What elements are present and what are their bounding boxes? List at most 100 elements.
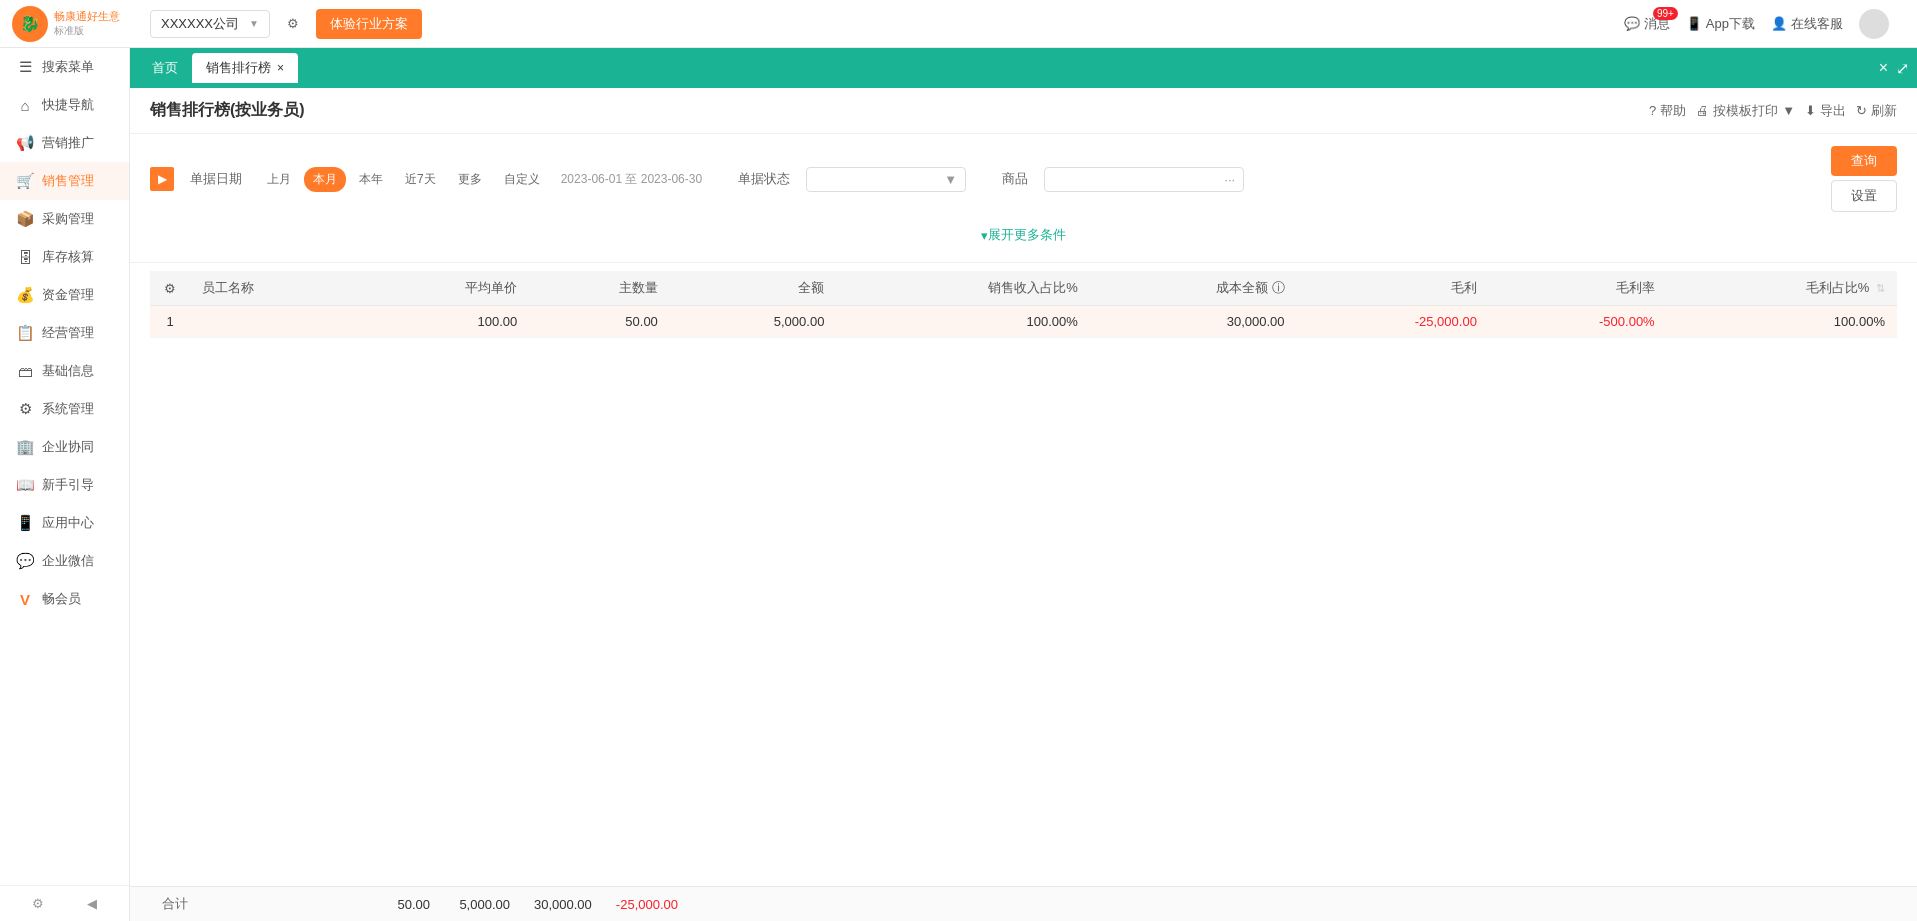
sidebar-item-member[interactable]: V 畅会员 bbox=[0, 580, 129, 618]
window-maximize-button[interactable]: ⤢ bbox=[1896, 59, 1909, 78]
sidebar-item-finance[interactable]: 💰 资金管理 bbox=[0, 276, 129, 314]
tab-right-actions: × ⤢ bbox=[1879, 59, 1909, 78]
date-pill-this-month[interactable]: 本月 bbox=[304, 167, 346, 192]
header-actions: ? 帮助 🖨 按模板打印 ▼ ⬇ 导出 ↻ bbox=[1649, 102, 1897, 120]
app-download-button[interactable]: 📱 App下载 bbox=[1686, 15, 1755, 33]
cell-amount: 5,000.00 bbox=[670, 306, 837, 338]
cost-info-icon[interactable]: ⓘ bbox=[1272, 280, 1285, 295]
top-right-area: 💬 消息 99+ 📱 App下载 👤 在线客服 bbox=[1624, 9, 1905, 39]
footer-gross: -25,000.00 bbox=[604, 897, 690, 912]
window-close-button[interactable]: × bbox=[1879, 59, 1888, 78]
logo-text: 畅康通好生意 bbox=[54, 9, 120, 23]
member-icon: V bbox=[16, 591, 34, 608]
footer-quantity: 50.00 bbox=[362, 897, 442, 912]
app-center-icon: 📱 bbox=[16, 514, 34, 532]
query-button[interactable]: 查询 bbox=[1831, 146, 1897, 176]
sidebar-item-app-center[interactable]: 📱 应用中心 bbox=[0, 504, 129, 542]
template-print-button[interactable]: 🖨 按模板打印 ▼ bbox=[1696, 102, 1795, 120]
col-quantity: 主数量 bbox=[529, 271, 670, 306]
date-pill-last-month[interactable]: 上月 bbox=[258, 167, 300, 192]
settings-icon[interactable]: ⚙ bbox=[278, 9, 308, 39]
tab-home[interactable]: 首页 bbox=[138, 53, 192, 83]
date-pill-more[interactable]: 更多 bbox=[449, 167, 491, 192]
message-badge: 99+ bbox=[1653, 7, 1678, 20]
expand-more-conditions[interactable]: ▾ 展开更多条件 bbox=[150, 220, 1897, 250]
table-row: 1 100.00 50.00 5,000.00 100.00% 30,000.0… bbox=[150, 306, 1897, 338]
sidebar-item-enterprise[interactable]: 🏢 企业协同 bbox=[0, 428, 129, 466]
sidebar-item-system[interactable]: ⚙ 系统管理 bbox=[0, 390, 129, 428]
cell-gross-rate: -500.00% bbox=[1489, 306, 1667, 338]
sidebar-item-search[interactable]: ☰ 搜索菜单 bbox=[0, 48, 129, 86]
sidebar-item-marketing[interactable]: 📢 营销推广 bbox=[0, 124, 129, 162]
chevron-down-icon: ▼ bbox=[249, 18, 259, 29]
col-avg-price: 平均单价 bbox=[360, 271, 530, 306]
finance-icon: 💰 bbox=[16, 286, 34, 304]
logo-area: 🐉 畅康通好生意 标准版 bbox=[12, 6, 142, 42]
sidebar-item-label: 应用中心 bbox=[42, 514, 94, 532]
cell-sales-pct: 100.00% bbox=[836, 306, 1089, 338]
date-range: 2023-06-01 至 2023-06-30 bbox=[561, 171, 702, 188]
tab-sales-ranking[interactable]: 销售排行榜 × bbox=[192, 53, 298, 83]
tab-home-label: 首页 bbox=[152, 59, 178, 77]
settings-button[interactable]: 设置 bbox=[1831, 180, 1897, 212]
sidebar-item-label: 采购管理 bbox=[42, 210, 94, 228]
col-gross-pct: 毛利占比% ⇅ bbox=[1667, 271, 1897, 306]
footer-amount: 5,000.00 bbox=[442, 897, 522, 912]
sidebar-item-label: 基础信息 bbox=[42, 362, 94, 380]
page-title: 销售排行榜(按业务员) bbox=[150, 100, 1649, 121]
filter-collapse-arrow[interactable]: ▶ bbox=[150, 167, 174, 191]
sidebar-item-purchase[interactable]: 📦 采购管理 bbox=[0, 200, 129, 238]
basic-info-icon: 🗃 bbox=[16, 363, 34, 380]
guide-icon: 📖 bbox=[16, 476, 34, 494]
sidebar-settings-icon[interactable]: ⚙ bbox=[32, 896, 44, 911]
top-bar: 🐉 畅康通好生意 标准版 XXXXXX公司 ▼ ⚙ 体验行业方案 💬 消息 99… bbox=[0, 0, 1917, 48]
date-pill-this-year[interactable]: 本年 bbox=[350, 167, 392, 192]
help-button[interactable]: ? 帮助 bbox=[1649, 102, 1686, 120]
sidebar-item-label: 系统管理 bbox=[42, 400, 94, 418]
gross-pct-sort-icon[interactable]: ⇅ bbox=[1876, 282, 1885, 294]
company-name: XXXXXX公司 bbox=[161, 15, 243, 33]
goods-select[interactable]: ··· bbox=[1044, 167, 1244, 192]
refresh-button[interactable]: ↻ 刷新 bbox=[1856, 102, 1897, 120]
sidebar-item-guide[interactable]: 📖 新手引导 bbox=[0, 466, 129, 504]
online-service-button[interactable]: 👤 在线客服 bbox=[1771, 15, 1843, 33]
cell-name bbox=[190, 306, 360, 338]
sidebar-item-quick-nav[interactable]: ⌂ 快捷导航 bbox=[0, 86, 129, 124]
trial-button[interactable]: 体验行业方案 bbox=[316, 9, 422, 39]
col-cost: 成本全额 ⓘ bbox=[1090, 271, 1297, 306]
sidebar-item-inventory[interactable]: 🗄 库存核算 bbox=[0, 238, 129, 276]
sidebar-item-label: 快捷导航 bbox=[42, 96, 94, 114]
app-download-label: App下载 bbox=[1706, 15, 1755, 33]
enterprise-icon: 🏢 bbox=[16, 438, 34, 456]
export-button[interactable]: ⬇ 导出 bbox=[1805, 102, 1846, 120]
system-icon: ⚙ bbox=[16, 400, 34, 418]
tab-close-icon[interactable]: × bbox=[277, 61, 284, 75]
template-print-label: 按模板打印 bbox=[1713, 102, 1778, 120]
sidebar-item-label: 库存核算 bbox=[42, 248, 94, 266]
sidebar-collapse-icon[interactable]: ◀ bbox=[87, 896, 97, 911]
sidebar-item-basic-info[interactable]: 🗃 基础信息 bbox=[0, 352, 129, 390]
expand-icon: ▾ bbox=[981, 228, 988, 243]
sidebar-item-label: 销售管理 bbox=[42, 172, 94, 190]
expand-label: 展开更多条件 bbox=[988, 226, 1066, 244]
table-footer: 合计 50.00 5,000.00 30,000.00 -25,000.00 bbox=[130, 886, 1917, 921]
print-icon: 🖨 bbox=[1696, 103, 1709, 118]
sidebar-item-operations[interactable]: 📋 经营管理 bbox=[0, 314, 129, 352]
service-icon: 👤 bbox=[1771, 16, 1787, 31]
cell-avg-price: 100.00 bbox=[360, 306, 530, 338]
avatar[interactable] bbox=[1859, 9, 1889, 39]
company-selector[interactable]: XXXXXX公司 ▼ bbox=[150, 10, 270, 38]
date-pill-custom[interactable]: 自定义 bbox=[495, 167, 549, 192]
help-label: 帮助 bbox=[1660, 102, 1686, 120]
ranking-table: ⚙ 员工名称 平均单价 主数量 全额 销售收入占比% 成本全额 ⓘ 毛利 毛利率… bbox=[150, 271, 1897, 338]
col-settings[interactable]: ⚙ bbox=[150, 271, 190, 306]
status-select[interactable]: ▼ bbox=[806, 167, 966, 192]
cell-gross-pct: 100.00% bbox=[1667, 306, 1897, 338]
message-button[interactable]: 💬 消息 99+ bbox=[1624, 15, 1670, 33]
sidebar-item-sales[interactable]: 🛒 销售管理 bbox=[0, 162, 129, 200]
date-pill-7days[interactable]: 近7天 bbox=[396, 167, 445, 192]
sidebar-item-wechat[interactable]: 💬 企业微信 bbox=[0, 542, 129, 580]
export-label: 导出 bbox=[1820, 102, 1846, 120]
download-icon: 📱 bbox=[1686, 16, 1702, 31]
print-dropdown-icon: ▼ bbox=[1782, 103, 1795, 118]
